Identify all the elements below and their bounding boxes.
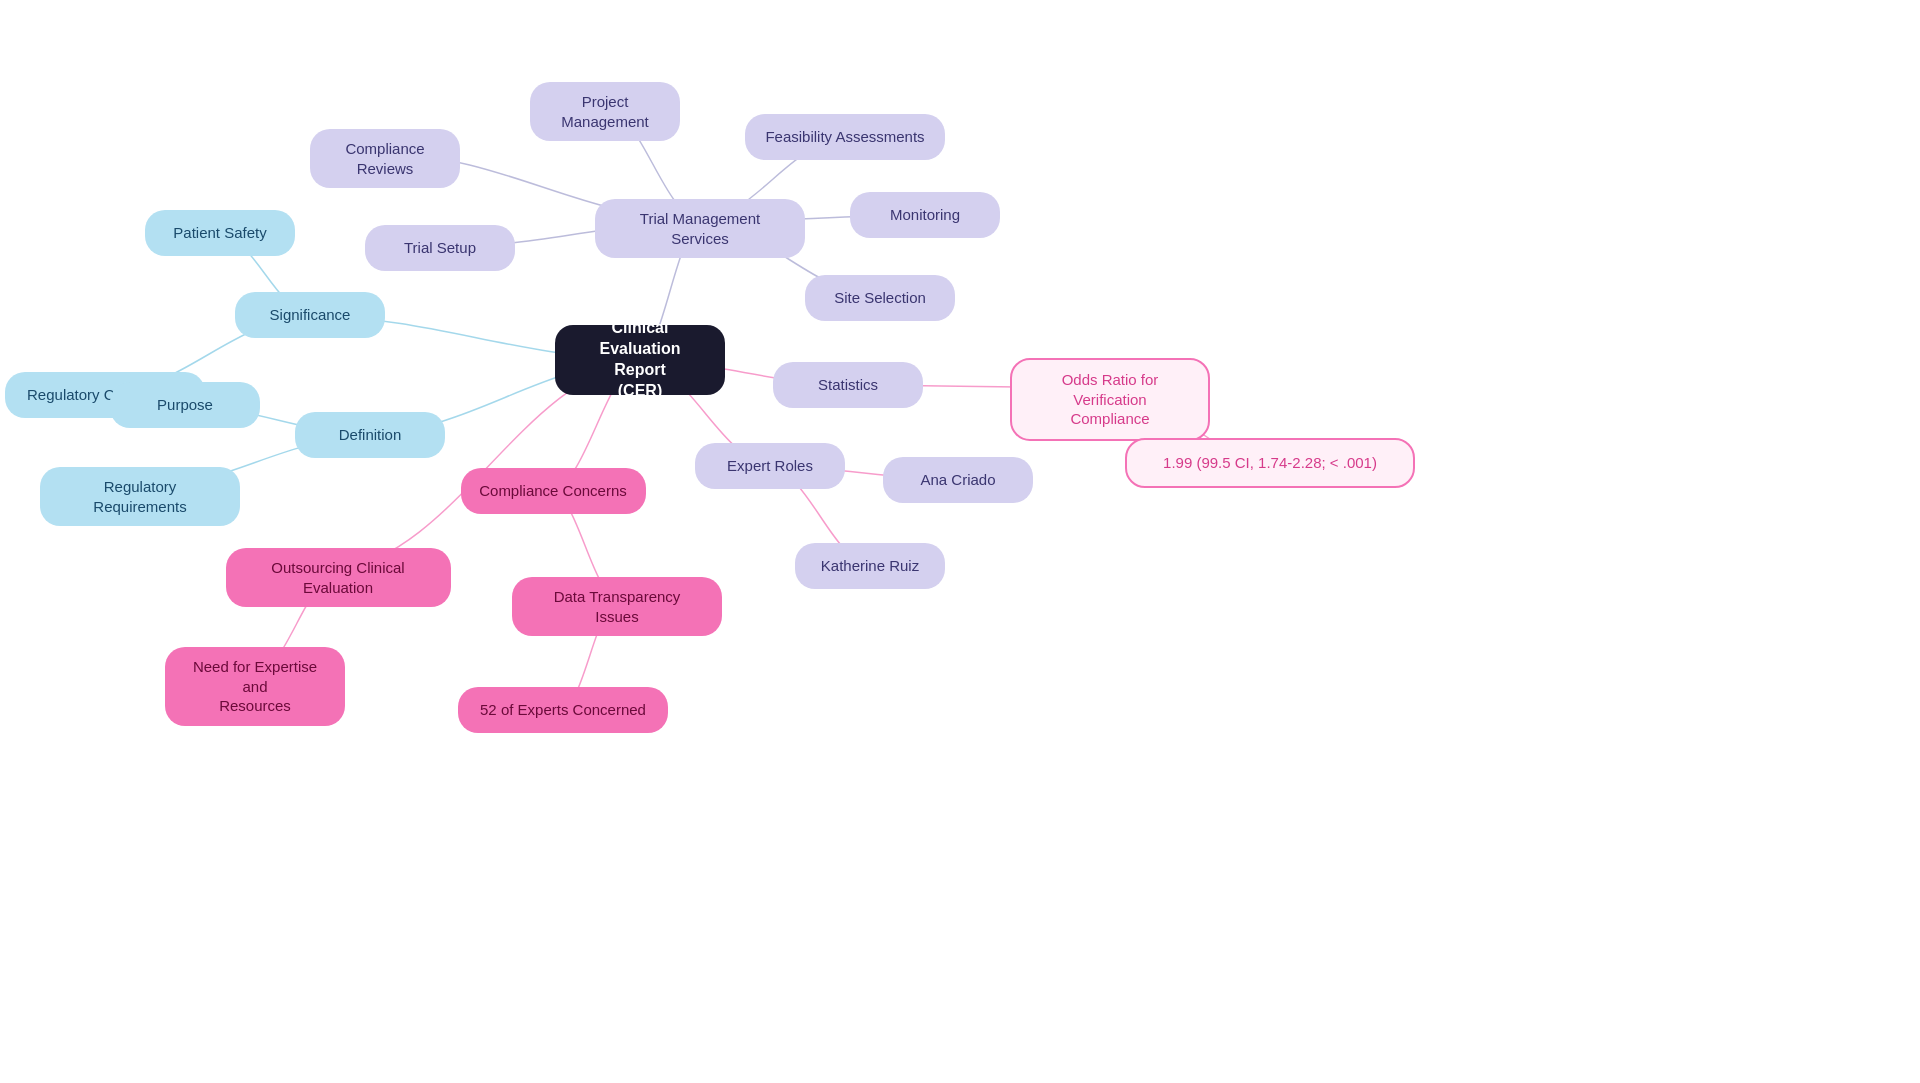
- node-center: Clinical Evaluation Report (CER): [555, 325, 725, 395]
- node-label-experts_concerned: 52 of Experts Concerned: [480, 700, 646, 720]
- node-label-expert_roles: Expert Roles: [727, 456, 813, 476]
- mindmap-container: Clinical Evaluation Report (CER) Signific…: [0, 0, 1920, 1083]
- node-regulatory_requirements: Regulatory Requirements: [40, 467, 240, 526]
- node-label-project_management: Project Management: [548, 92, 662, 131]
- node-label-compliance_reviews: Compliance Reviews: [328, 139, 442, 178]
- node-label-katherine_ruiz: Katherine Ruiz: [821, 556, 919, 576]
- node-label-compliance_concerns: Compliance Concerns: [479, 481, 627, 501]
- node-need_expertise: Need for Expertise and Resources: [165, 647, 345, 726]
- node-statistics: Statistics: [773, 362, 923, 408]
- node-data_transparency: Data Transparency Issues: [512, 577, 722, 636]
- node-ana_criado: Ana Criado: [883, 457, 1033, 503]
- node-definition: Definition: [295, 412, 445, 458]
- node-trial_management: Trial Management Services: [595, 199, 805, 258]
- node-outsourcing: Outsourcing Clinical Evaluation: [226, 548, 451, 607]
- node-label-site_selection: Site Selection: [834, 288, 926, 308]
- node-label-statistics: Statistics: [818, 375, 878, 395]
- node-katherine_ruiz: Katherine Ruiz: [795, 543, 945, 589]
- node-purpose: Purpose: [110, 382, 260, 428]
- node-compliance_concerns: Compliance Concerns: [461, 468, 646, 514]
- node-label-stats_value: 1.99 (99.5 CI, 1.74-2.28; < .001): [1163, 453, 1377, 473]
- node-compliance_reviews: Compliance Reviews: [310, 129, 460, 188]
- node-odds_ratio: Odds Ratio for Verification Compliance: [1010, 358, 1210, 441]
- node-label-need_expertise: Need for Expertise and Resources: [183, 657, 327, 716]
- node-label-data_transparency: Data Transparency Issues: [530, 587, 704, 626]
- node-label-patient_safety: Patient Safety: [173, 223, 266, 243]
- node-label-ana_criado: Ana Criado: [920, 470, 995, 490]
- node-experts_concerned: 52 of Experts Concerned: [458, 687, 668, 733]
- connections-svg: [0, 0, 1920, 1083]
- node-label-odds_ratio: Odds Ratio for Verification Compliance: [1030, 370, 1190, 429]
- node-label-regulatory_requirements: Regulatory Requirements: [58, 477, 222, 516]
- node-label-significance: Significance: [270, 305, 351, 325]
- node-stats_value: 1.99 (99.5 CI, 1.74-2.28; < .001): [1125, 438, 1415, 488]
- node-label-trial_setup: Trial Setup: [404, 238, 476, 258]
- node-label-center: Clinical Evaluation Report (CER): [573, 318, 707, 401]
- node-label-purpose: Purpose: [157, 395, 213, 415]
- node-label-definition: Definition: [339, 425, 402, 445]
- node-feasibility: Feasibility Assessments: [745, 114, 945, 160]
- node-label-outsourcing: Outsourcing Clinical Evaluation: [244, 558, 433, 597]
- node-project_management: Project Management: [530, 82, 680, 141]
- node-label-feasibility: Feasibility Assessments: [765, 127, 924, 147]
- node-label-trial_management: Trial Management Services: [613, 209, 787, 248]
- node-label-monitoring: Monitoring: [890, 205, 960, 225]
- node-site_selection: Site Selection: [805, 275, 955, 321]
- node-patient_safety: Patient Safety: [145, 210, 295, 256]
- node-expert_roles: Expert Roles: [695, 443, 845, 489]
- node-monitoring: Monitoring: [850, 192, 1000, 238]
- node-significance: Significance: [235, 292, 385, 338]
- node-trial_setup: Trial Setup: [365, 225, 515, 271]
